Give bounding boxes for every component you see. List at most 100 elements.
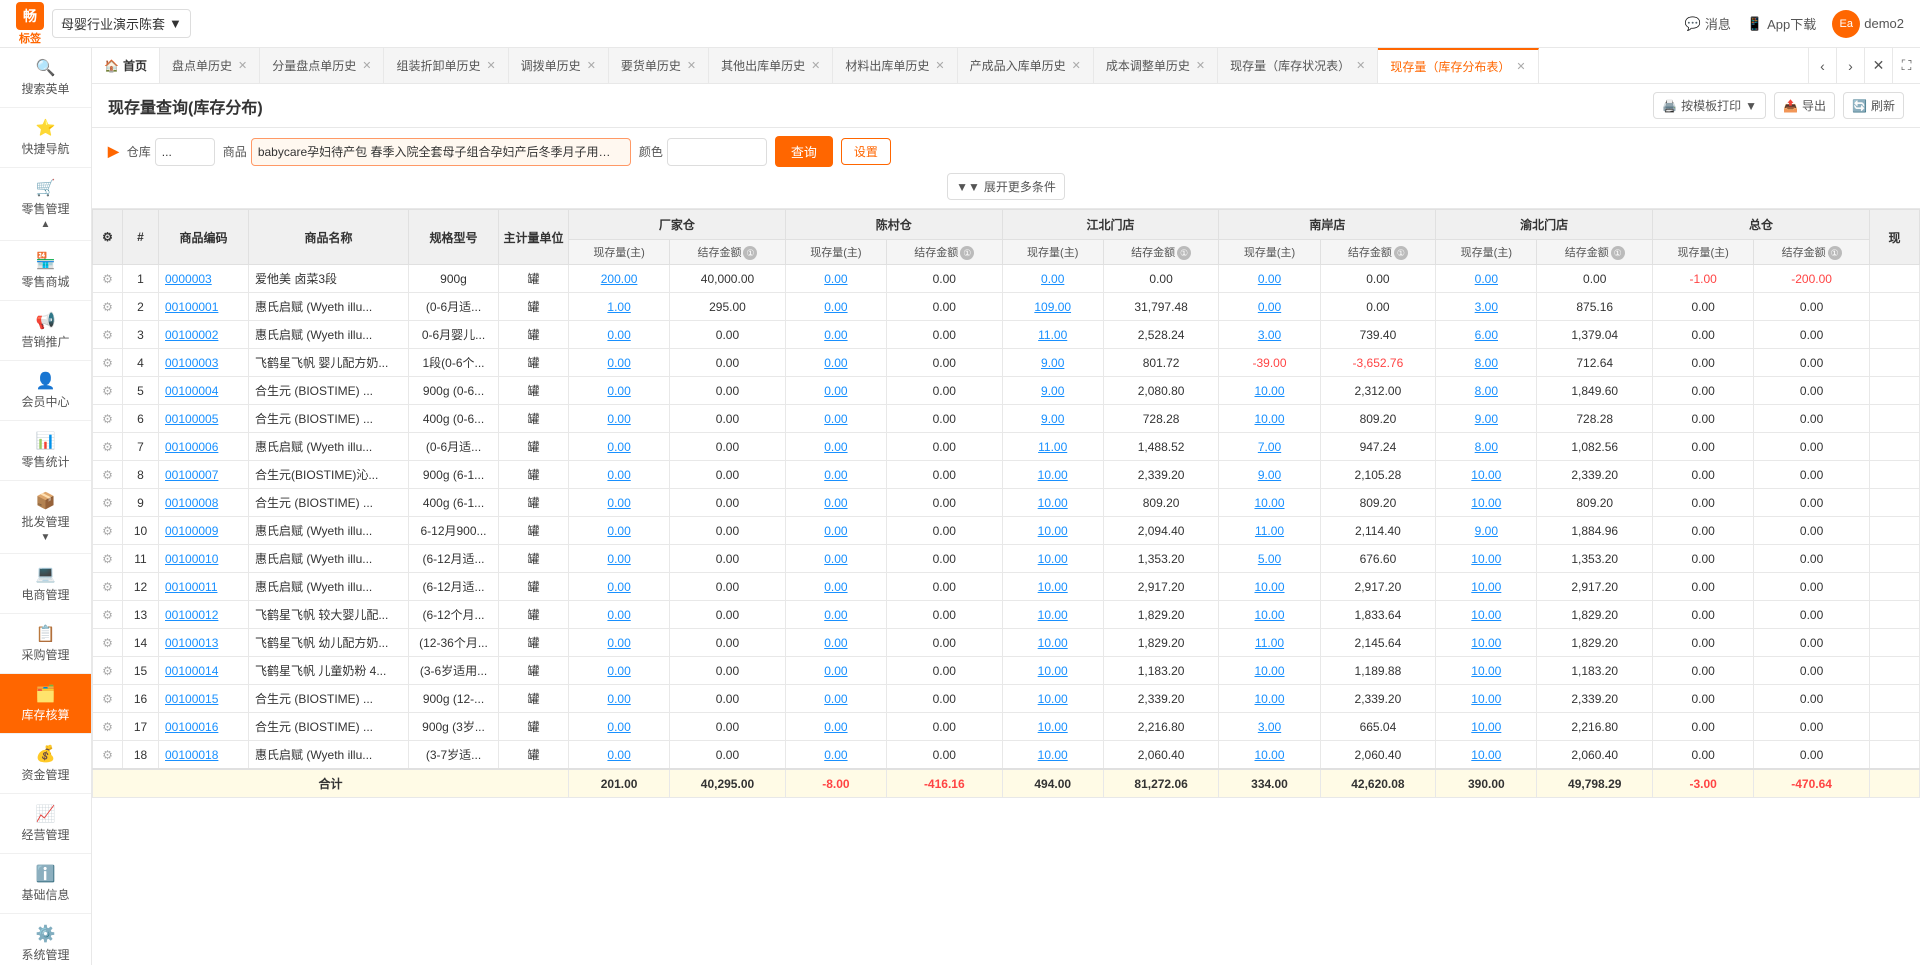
sidebar-item-retail-stats[interactable]: 📊 零售统计 [0,421,91,481]
total-amt-info[interactable]: ① [1828,246,1842,260]
color-input[interactable] [667,138,767,166]
tab-requisition[interactable]: 要货单历史 ✕ [609,48,709,84]
row-gear[interactable]: ⚙ [93,461,123,489]
code-link[interactable]: 00100014 [165,664,218,678]
row-c2-amt: 0.00 [886,405,1002,433]
tab-next-btn[interactable]: › [1836,48,1864,84]
tab-close-icon[interactable]: ✕ [362,59,371,72]
code-link[interactable]: 00100004 [165,384,218,398]
row-gear[interactable]: ⚙ [93,657,123,685]
sidebar-item-retail-mgmt[interactable]: 🛒 零售管理 ▲ [0,168,91,241]
row-gear[interactable]: ⚙ [93,321,123,349]
sidebar-item-operations[interactable]: 📈 经营管理 [0,794,91,854]
code-link[interactable]: 0000003 [165,272,212,286]
tab-close-icon[interactable]: ✕ [587,59,596,72]
tab-stock-status[interactable]: 现存量（库存状况表） ✕ [1218,48,1378,84]
sidebar-item-members[interactable]: 👤 会员中心 [0,361,91,421]
app-download-btn[interactable]: 📱 App下载 [1747,14,1816,33]
sidebar-item-nav[interactable]: ⭐ 快捷导航 [0,108,91,168]
tab-close-icon[interactable]: ✕ [811,59,820,72]
code-link[interactable]: 00100012 [165,608,218,622]
tab-transfer[interactable]: 调拨单历史 ✕ [509,48,609,84]
tab-close-icon[interactable]: ✕ [1196,59,1205,72]
tab-cost-adjust[interactable]: 成本调整单历史 ✕ [1094,48,1218,84]
tab-inventory-count[interactable]: 盘点单历史 ✕ [160,48,260,84]
sidebar-item-basic-info[interactable]: ℹ️ 基础信息 [0,854,91,914]
sidebar-item-wholesale[interactable]: 📦 批发管理 ▼ [0,481,91,554]
row-gear[interactable]: ⚙ [93,349,123,377]
row-gear[interactable]: ⚙ [93,601,123,629]
code-link[interactable]: 00100018 [165,748,218,762]
code-link[interactable]: 00100007 [165,468,218,482]
tab-fullscreen-btn[interactable]: ⛶ [1892,48,1920,84]
tab-close-icon[interactable]: ✕ [1356,59,1365,72]
nav-selector[interactable]: 母婴行业演示陈套 ▼ [52,9,191,38]
query-btn[interactable]: 查询 [775,136,833,167]
code-link[interactable]: 00100006 [165,440,218,454]
code-link[interactable]: 00100001 [165,300,218,314]
user-menu[interactable]: Ea demo2 [1832,10,1904,38]
row-c5-amt: 2,060.40 [1537,741,1653,770]
yubei-amt-info[interactable]: ① [1611,246,1625,260]
chencun-amt-info[interactable]: ① [960,246,974,260]
warehouse-select[interactable]: ... [155,138,215,166]
tab-home[interactable]: 🏠 首页 [92,48,160,84]
code-link[interactable]: 00100011 [165,580,218,594]
row-gear[interactable]: ⚙ [93,433,123,461]
expand-conditions-btn[interactable]: ▼▼ 展开更多条件 [947,173,1065,200]
jiangbei-amt-info[interactable]: ① [1177,246,1191,260]
export-btn[interactable]: 📤 导出 [1774,92,1835,119]
tab-other-out[interactable]: 其他出库单历史 ✕ [709,48,833,84]
row-gear[interactable]: ⚙ [93,741,123,770]
sidebar-item-inventory[interactable]: 🗂️ 库存核算 [0,674,91,734]
sidebar-item-ecommerce[interactable]: 💻 电商管理 [0,554,91,614]
tab-close-icon[interactable]: ✕ [935,59,944,72]
code-link[interactable]: 00100015 [165,692,218,706]
sidebar-item-finance[interactable]: 💰 资金管理 [0,734,91,794]
factory-amt-info[interactable]: ① [743,246,757,260]
tab-close-icon[interactable]: ✕ [687,59,696,72]
tab-product-in[interactable]: 产成品入库单历史 ✕ [958,48,1094,84]
sidebar-item-retail-store[interactable]: 🏪 零售商城 [0,241,91,301]
code-link[interactable]: 00100002 [165,328,218,342]
nanan-amt-info[interactable]: ① [1394,246,1408,260]
tab-close-icon[interactable]: ✕ [1516,60,1525,73]
tab-close-icon[interactable]: ✕ [1072,59,1081,72]
code-link[interactable]: 00100009 [165,524,218,538]
tab-stock-distribution[interactable]: 现存量（库存分布表） ✕ [1378,48,1538,84]
sidebar-item-system[interactable]: ⚙️ 系统管理 [0,914,91,965]
code-link[interactable]: 00100008 [165,496,218,510]
refresh-btn[interactable]: 🔄 刷新 [1843,92,1904,119]
row-gear[interactable]: ⚙ [93,489,123,517]
code-link[interactable]: 00100013 [165,636,218,650]
code-link[interactable]: 00100005 [165,412,218,426]
messages-btn[interactable]: 💬 消息 [1685,14,1731,33]
print-btn[interactable]: 🖨️ 按模板打印 ▼ [1653,92,1766,119]
row-gear[interactable]: ⚙ [93,265,123,293]
row-gear[interactable]: ⚙ [93,573,123,601]
orange-arrow-icon[interactable]: ▶ [108,143,119,160]
tab-close-icon[interactable]: ✕ [238,59,247,72]
row-c5-amt: 1,379.04 [1537,321,1653,349]
code-link[interactable]: 00100010 [165,552,218,566]
tab-prev-btn[interactable]: ‹ [1808,48,1836,84]
row-gear[interactable]: ⚙ [93,293,123,321]
tab-material-out[interactable]: 材料出库单历史 ✕ [833,48,957,84]
row-gear[interactable]: ⚙ [93,713,123,741]
row-gear[interactable]: ⚙ [93,377,123,405]
settings-btn[interactable]: 设置 [841,138,891,165]
row-gear[interactable]: ⚙ [93,517,123,545]
sidebar-item-marketing[interactable]: 📢 营销推广 [0,301,91,361]
tab-partial-count[interactable]: 分量盘点单历史 ✕ [260,48,384,84]
code-link[interactable]: 00100016 [165,720,218,734]
tab-assembly[interactable]: 组装折卸单历史 ✕ [384,48,508,84]
row-gear[interactable]: ⚙ [93,545,123,573]
sidebar-item-purchase[interactable]: 📋 采购管理 [0,614,91,674]
row-gear[interactable]: ⚙ [93,405,123,433]
code-link[interactable]: 00100003 [165,356,218,370]
tab-close-icon[interactable]: ✕ [486,59,495,72]
sidebar-item-search[interactable]: 🔍 搜索英单 [0,48,91,108]
row-gear[interactable]: ⚙ [93,629,123,657]
row-gear[interactable]: ⚙ [93,685,123,713]
tab-close-all-btn[interactable]: ✕ [1864,48,1892,84]
